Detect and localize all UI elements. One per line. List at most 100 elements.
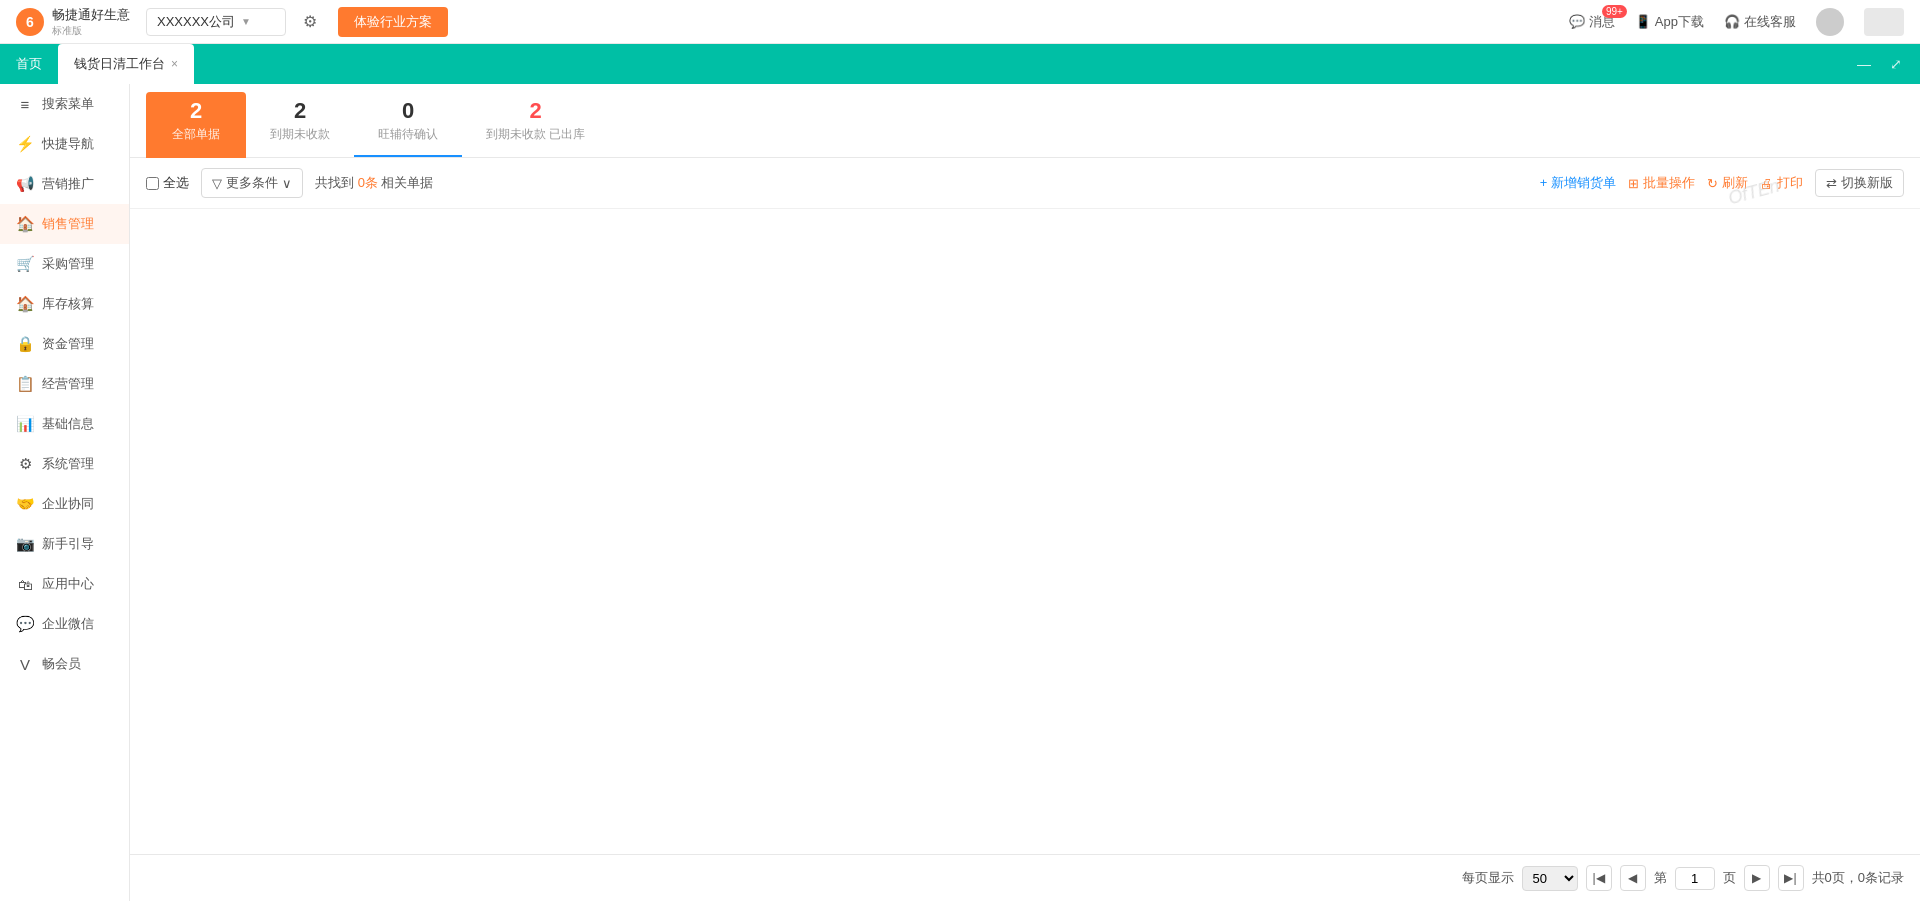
company-dropdown-arrow: ▼: [241, 16, 251, 27]
print-label: 打印: [1777, 174, 1803, 192]
sidebar-item-inventory[interactable]: 🏠 库存核算: [0, 284, 129, 324]
refresh-button[interactable]: ↻ 刷新: [1707, 174, 1748, 192]
switch-label: 切换新版: [1841, 174, 1893, 192]
page-prev-button[interactable]: ◀: [1620, 865, 1646, 891]
select-all-input[interactable]: [146, 177, 159, 190]
stat-overdue-out-number: 2: [486, 100, 585, 122]
select-all-checkbox[interactable]: 全选: [146, 174, 189, 192]
stat-tab-overdue-out[interactable]: 2 到期未收款 已出库: [462, 92, 609, 157]
sidebar-item-app-center[interactable]: 🛍 应用中心: [0, 564, 129, 604]
avatar[interactable]: [1816, 8, 1844, 36]
sidebar-item-purchase[interactable]: 🛒 采购管理: [0, 244, 129, 284]
logo-area: 6 畅捷通好生意 标准版: [16, 6, 146, 38]
sidebar-item-sales[interactable]: 🏠 销售管理: [0, 204, 129, 244]
stat-tab-overdue[interactable]: 2 到期未收款: [246, 92, 354, 157]
select-all-label: 全选: [163, 174, 189, 192]
purchase-icon: 🛒: [16, 255, 34, 273]
app-download-button[interactable]: 📱 App下载: [1635, 13, 1704, 31]
base-info-icon: 📊: [16, 415, 34, 433]
page-last-button[interactable]: ▶|: [1778, 865, 1804, 891]
sidebar-item-system[interactable]: ⚙ 系统管理: [0, 444, 129, 484]
new-order-label: + 新增销货单: [1540, 174, 1616, 192]
sales-icon: 🏠: [16, 215, 34, 233]
sidebar-item-member[interactable]: V 畅会员: [0, 644, 129, 684]
filter-arrow: ∨: [282, 176, 292, 191]
print-button[interactable]: 🖨 打印: [1760, 174, 1803, 192]
stat-overdue-label: 到期未收款: [270, 126, 330, 143]
tab-close-icon[interactable]: ×: [171, 57, 178, 71]
sidebar-item-guide[interactable]: 📷 新手引导: [0, 524, 129, 564]
sidebar-item-enterprise[interactable]: 🤝 企业协同: [0, 484, 129, 524]
sidebar-item-wechat[interactable]: 💬 企业微信: [0, 604, 129, 644]
sidebar-item-member-label: 畅会员: [42, 655, 81, 673]
stat-tab-wangwang[interactable]: 0 旺辅待确认: [354, 92, 462, 157]
guide-icon: 📷: [16, 535, 34, 553]
member-icon: V: [16, 656, 34, 673]
refresh-icon: ↻: [1707, 176, 1718, 191]
stat-overdue-out-label: 到期未收款 已出库: [486, 126, 585, 143]
stat-overdue-number: 2: [270, 100, 330, 122]
sidebar-item-enterprise-label: 企业协同: [42, 495, 94, 513]
sidebar-item-search-menu-label: 搜索菜单: [42, 95, 94, 113]
tab-bar: 首页 钱货日清工作台 × — ⤢: [0, 44, 1920, 84]
company-selector[interactable]: XXXXXX公司 ▼: [146, 8, 286, 36]
sidebar-item-purchase-label: 采购管理: [42, 255, 94, 273]
settings-button[interactable]: ⚙: [294, 6, 326, 38]
filter-icon: ▽: [212, 176, 222, 191]
toolbar-left: 全选 ▽ 更多条件 ∨ 共找到 0条 相关单据: [146, 168, 433, 198]
sidebar-item-marketing-label: 营销推广: [42, 175, 94, 193]
online-service-label: 在线客服: [1744, 13, 1796, 31]
stats-tabs: 2 全部单据 2 到期未收款 0 旺辅待确认 2 到期未收款 已出库: [130, 84, 1920, 158]
switch-version-button[interactable]: ⇄ 切换新版: [1815, 169, 1904, 197]
sidebar-item-finance-label: 资金管理: [42, 335, 94, 353]
content-area: 2 全部单据 2 到期未收款 0 旺辅待确认 2 到期未收款 已出库: [130, 84, 1920, 901]
trial-button[interactable]: 体验行业方案: [338, 7, 448, 37]
search-menu-icon: ≡: [16, 96, 34, 113]
sidebar-item-quick-nav[interactable]: ⚡ 快捷导航: [0, 124, 129, 164]
inventory-icon: 🏠: [16, 295, 34, 313]
app-download-label: App下载: [1655, 13, 1704, 31]
top-header: 6 畅捷通好生意 标准版 XXXXXX公司 ▼ ⚙ 体验行业方案 💬 消息 99…: [0, 0, 1920, 44]
sidebar-item-app-center-label: 应用中心: [42, 575, 94, 593]
page-next-button[interactable]: ▶: [1744, 865, 1770, 891]
found-text: 共找到 0条 相关单据: [315, 174, 433, 192]
sidebar-item-marketing[interactable]: 📢 营销推广: [0, 164, 129, 204]
tab-maximize-button[interactable]: ⤢: [1884, 52, 1908, 76]
sidebar-item-base-info[interactable]: 📊 基础信息: [0, 404, 129, 444]
tab-bar-actions: — ⤢: [1852, 52, 1920, 76]
sidebar-item-finance[interactable]: 🔒 资金管理: [0, 324, 129, 364]
stat-all-label: 全部单据: [170, 126, 222, 143]
tab-minimize-button[interactable]: —: [1852, 52, 1876, 76]
tab-home[interactable]: 首页: [0, 44, 58, 84]
found-suffix: 相关单据: [381, 175, 433, 190]
per-page-select[interactable]: 50 100 200: [1522, 866, 1578, 891]
logo-main: 畅捷通好生意: [52, 6, 130, 24]
sidebar-item-wechat-label: 企业微信: [42, 615, 94, 633]
stat-wangwang-label: 旺辅待确认: [378, 126, 438, 143]
sidebar: ≡ 搜索菜单 ⚡ 快捷导航 📢 营销推广 🏠 销售管理 🛒 采购管理 🏠 库存核…: [0, 84, 130, 901]
new-order-button[interactable]: + 新增销货单: [1540, 174, 1616, 192]
header-right: 💬 消息 99+ 📱 App下载 🎧 在线客服: [1569, 8, 1904, 36]
online-service-button[interactable]: 🎧 在线客服: [1724, 13, 1796, 31]
finance-icon: 🔒: [16, 335, 34, 353]
wechat-icon: 💬: [16, 615, 34, 633]
sidebar-item-search-menu[interactable]: ≡ 搜索菜单: [0, 84, 129, 124]
page-first-button[interactable]: |◀: [1586, 865, 1612, 891]
sidebar-item-guide-label: 新手引导: [42, 535, 94, 553]
stat-wangwang-number: 0: [378, 100, 438, 122]
sidebar-item-operations[interactable]: 📋 经营管理: [0, 364, 129, 404]
tab-home-label: 首页: [16, 55, 42, 73]
logo-text: 畅捷通好生意 标准版: [52, 6, 130, 38]
messages-button[interactable]: 💬 消息 99+: [1569, 13, 1615, 31]
page-input[interactable]: [1675, 867, 1715, 890]
sidebar-item-operations-label: 经营管理: [42, 375, 94, 393]
user-dropdown[interactable]: [1864, 8, 1904, 36]
stat-tab-all[interactable]: 2 全部单据: [146, 92, 246, 158]
filter-button[interactable]: ▽ 更多条件 ∨: [201, 168, 303, 198]
pagination-bar: 每页显示 50 100 200 |◀ ◀ 第 页 ▶ ▶| 共0页，0条记录: [130, 854, 1920, 901]
message-icon: 💬: [1569, 14, 1585, 29]
batch-button[interactable]: ⊞ 批量操作: [1628, 174, 1695, 192]
sidebar-item-base-info-label: 基础信息: [42, 415, 94, 433]
tab-active[interactable]: 钱货日清工作台 ×: [58, 44, 194, 84]
marketing-icon: 📢: [16, 175, 34, 193]
